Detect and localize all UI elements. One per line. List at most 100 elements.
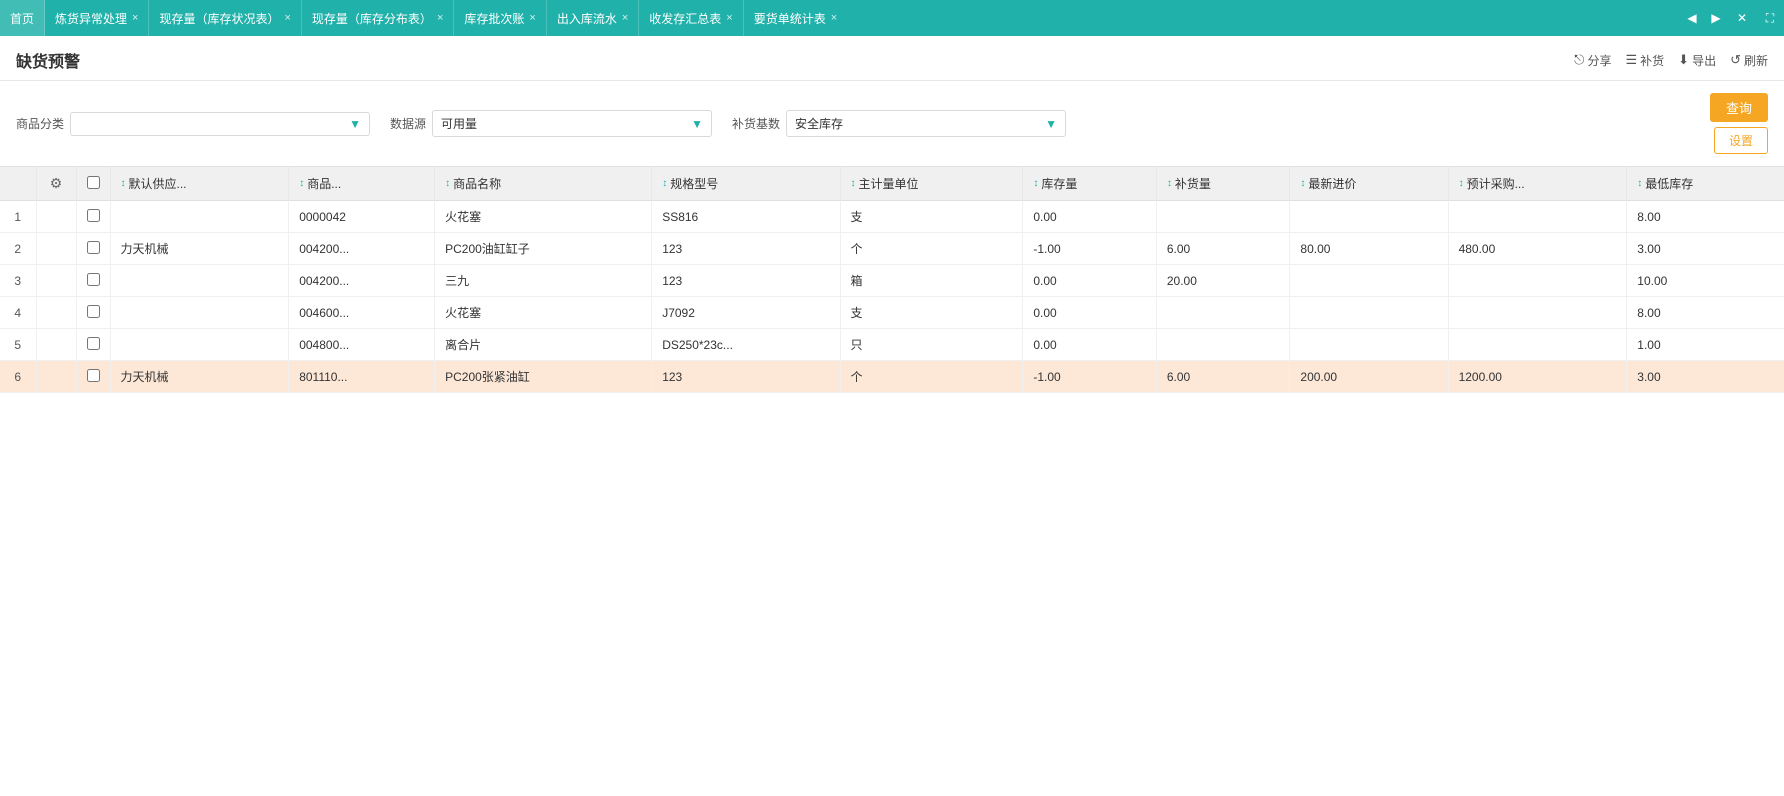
tab-next-btn[interactable]: ▶: [1704, 0, 1728, 36]
table-row: 3004200...三九123箱0.0020.0010.00: [0, 265, 1784, 297]
sortable-product_name[interactable]: ↕ 商品名称: [445, 175, 641, 192]
tab-close-all-btn[interactable]: ✕: [1728, 0, 1756, 36]
data-source-group: 数据源 可用量 ▼: [390, 110, 712, 137]
cell-inventory: 0.00: [1023, 201, 1157, 233]
replenish-basis-value: 安全库存: [795, 115, 843, 132]
col-header-default_supplier[interactable]: ↕ 默认供应...: [110, 167, 289, 201]
row-select-checkbox[interactable]: [87, 369, 100, 382]
tab-close-requisition-stat[interactable]: ×: [831, 12, 837, 24]
sortable-latest_price[interactable]: ↕ 最新进价: [1300, 175, 1437, 192]
data-source-select[interactable]: 可用量 ▼: [432, 110, 712, 137]
tab-inventory-status[interactable]: 现存量（库存状况表）×: [149, 0, 301, 36]
tab-close-inventory-dist[interactable]: ×: [437, 12, 443, 24]
data-table: ⚙ ↕ 默认供应... ↕ 商品... ↕ 商品名称 ↕ 规格型号 ↕ 主计量单…: [0, 166, 1784, 393]
sortable-replenish_qty[interactable]: ↕ 补货量: [1167, 175, 1280, 192]
cell-spec_model: SS816: [652, 201, 840, 233]
tab-close-recv-summary[interactable]: ×: [726, 12, 732, 24]
tab-close-batch-account[interactable]: ×: [529, 12, 535, 24]
row-settings: [36, 297, 76, 329]
replenish-basis-select[interactable]: 安全库存 ▼: [786, 110, 1066, 137]
cell-latest_price: [1290, 201, 1448, 233]
cell-product_code: 004200...: [289, 265, 435, 297]
row-select-checkbox[interactable]: [87, 209, 100, 222]
sortable-spec_model[interactable]: ↕ 规格型号: [662, 175, 829, 192]
cell-product_name: PC200张紧油缸: [435, 361, 652, 393]
col-header-est_purchase[interactable]: ↕ 预计采购...: [1448, 167, 1627, 201]
col-header-settings: ⚙: [36, 167, 76, 201]
cell-default_supplier: 力天机械: [110, 233, 289, 265]
cell-min_inventory: 10.00: [1627, 265, 1784, 297]
row-select-checkbox[interactable]: [87, 305, 100, 318]
replenish-btn[interactable]: ☰ 补货: [1625, 52, 1664, 69]
cell-unit: 个: [840, 233, 1023, 265]
cell-latest_price: [1290, 329, 1448, 361]
row-select-checkbox[interactable]: [87, 273, 100, 286]
sortable-inventory[interactable]: ↕ 库存量: [1033, 175, 1146, 192]
select-all-checkbox[interactable]: [87, 176, 100, 189]
cell-replenish_qty: [1156, 329, 1290, 361]
cell-est_purchase: 480.00: [1448, 233, 1627, 265]
cell-replenish_qty: 6.00: [1156, 233, 1290, 265]
col-header-inventory[interactable]: ↕ 库存量: [1023, 167, 1157, 201]
tab-tai-exception[interactable]: 炼货异常处理×: [45, 0, 149, 36]
cell-product_code: 801110...: [289, 361, 435, 393]
sort-icon-product_code: ↕: [299, 178, 304, 189]
tab-inout-flow[interactable]: 出入库流水×: [547, 0, 639, 36]
row-select-checkbox[interactable]: [87, 337, 100, 350]
table-row: 6力天机械801110...PC200张紧油缸123个-1.006.00200.…: [0, 361, 1784, 393]
tab-close-inout-flow[interactable]: ×: [622, 12, 628, 24]
data-source-arrow-icon: ▼: [691, 117, 703, 131]
row-settings: [36, 201, 76, 233]
col-header-unit[interactable]: ↕ 主计量单位: [840, 167, 1023, 201]
cell-replenish_qty: 6.00: [1156, 361, 1290, 393]
settings-button[interactable]: 设置: [1714, 127, 1768, 154]
cell-est_purchase: [1448, 297, 1627, 329]
sortable-product_code[interactable]: ↕ 商品...: [299, 175, 424, 192]
table-header: ⚙ ↕ 默认供应... ↕ 商品... ↕ 商品名称 ↕ 规格型号 ↕ 主计量单…: [0, 167, 1784, 201]
refresh-btn[interactable]: ↺ 刷新: [1730, 52, 1768, 69]
tab-recv-summary[interactable]: 收发存汇总表×: [639, 0, 743, 36]
cell-product_name: 火花塞: [435, 201, 652, 233]
row-select-checkbox[interactable]: [87, 241, 100, 254]
col-header-min_inventory[interactable]: ↕ 最低库存: [1627, 167, 1784, 201]
tab-requisition-stat[interactable]: 要货单统计表×: [744, 0, 840, 36]
share-btn[interactable]: ⎋ 分享: [1574, 52, 1611, 69]
sortable-unit[interactable]: ↕ 主计量单位: [851, 175, 1013, 192]
sort-icon-min_inventory: ↕: [1637, 178, 1642, 189]
header-actions: ⎋ 分享 ☰ 补货 ⬇ 导出 ↺ 刷新: [1574, 52, 1768, 69]
tab-close-tai-exception[interactable]: ×: [132, 12, 138, 24]
cell-replenish_qty: [1156, 201, 1290, 233]
tab-inventory-dist[interactable]: 现存量（库存分布表）×: [302, 0, 454, 36]
tab-close-inventory-status[interactable]: ×: [284, 12, 290, 24]
sort-icon-latest_price: ↕: [1300, 178, 1305, 189]
row-settings: [36, 233, 76, 265]
row-checkbox: [76, 201, 110, 233]
cell-inventory: 0.00: [1023, 297, 1157, 329]
query-button[interactable]: 查询: [1710, 93, 1768, 122]
cell-product_code: 004200...: [289, 233, 435, 265]
sortable-est_purchase[interactable]: ↕ 预计采购...: [1459, 175, 1617, 192]
tab-prev-btn[interactable]: ◀: [1680, 0, 1704, 36]
row-num: 3: [0, 265, 36, 297]
col-header-replenish_qty[interactable]: ↕ 补货量: [1156, 167, 1290, 201]
col-header-latest_price[interactable]: ↕ 最新进价: [1290, 167, 1448, 201]
col-header-product_name[interactable]: ↕ 商品名称: [435, 167, 652, 201]
tab-batch-account[interactable]: 库存批次账×: [454, 0, 546, 36]
replenish-basis-group: 补货基数 安全库存 ▼: [732, 110, 1066, 137]
col-header-spec_model[interactable]: ↕ 规格型号: [652, 167, 840, 201]
row-num: 4: [0, 297, 36, 329]
cell-latest_price: 200.00: [1290, 361, 1448, 393]
row-checkbox: [76, 361, 110, 393]
sort-icon-inventory: ↕: [1033, 178, 1038, 189]
col-header-product_code[interactable]: ↕ 商品...: [289, 167, 435, 201]
sortable-default_supplier[interactable]: ↕ 默认供应...: [121, 175, 279, 192]
cell-spec_model: J7092: [652, 297, 840, 329]
tab-expand-btn[interactable]: ⛶: [1756, 0, 1784, 36]
settings-gear-icon[interactable]: ⚙: [50, 175, 63, 191]
product-category-select[interactable]: ▼: [70, 112, 370, 136]
sortable-min_inventory[interactable]: ↕ 最低库存: [1637, 175, 1774, 192]
replenish-basis-arrow-icon: ▼: [1045, 117, 1057, 131]
tab-home[interactable]: 首页: [0, 0, 45, 36]
export-btn[interactable]: ⬇ 导出: [1678, 52, 1716, 69]
table-row: 5004800...离合片DS250*23c...只0.001.00: [0, 329, 1784, 361]
